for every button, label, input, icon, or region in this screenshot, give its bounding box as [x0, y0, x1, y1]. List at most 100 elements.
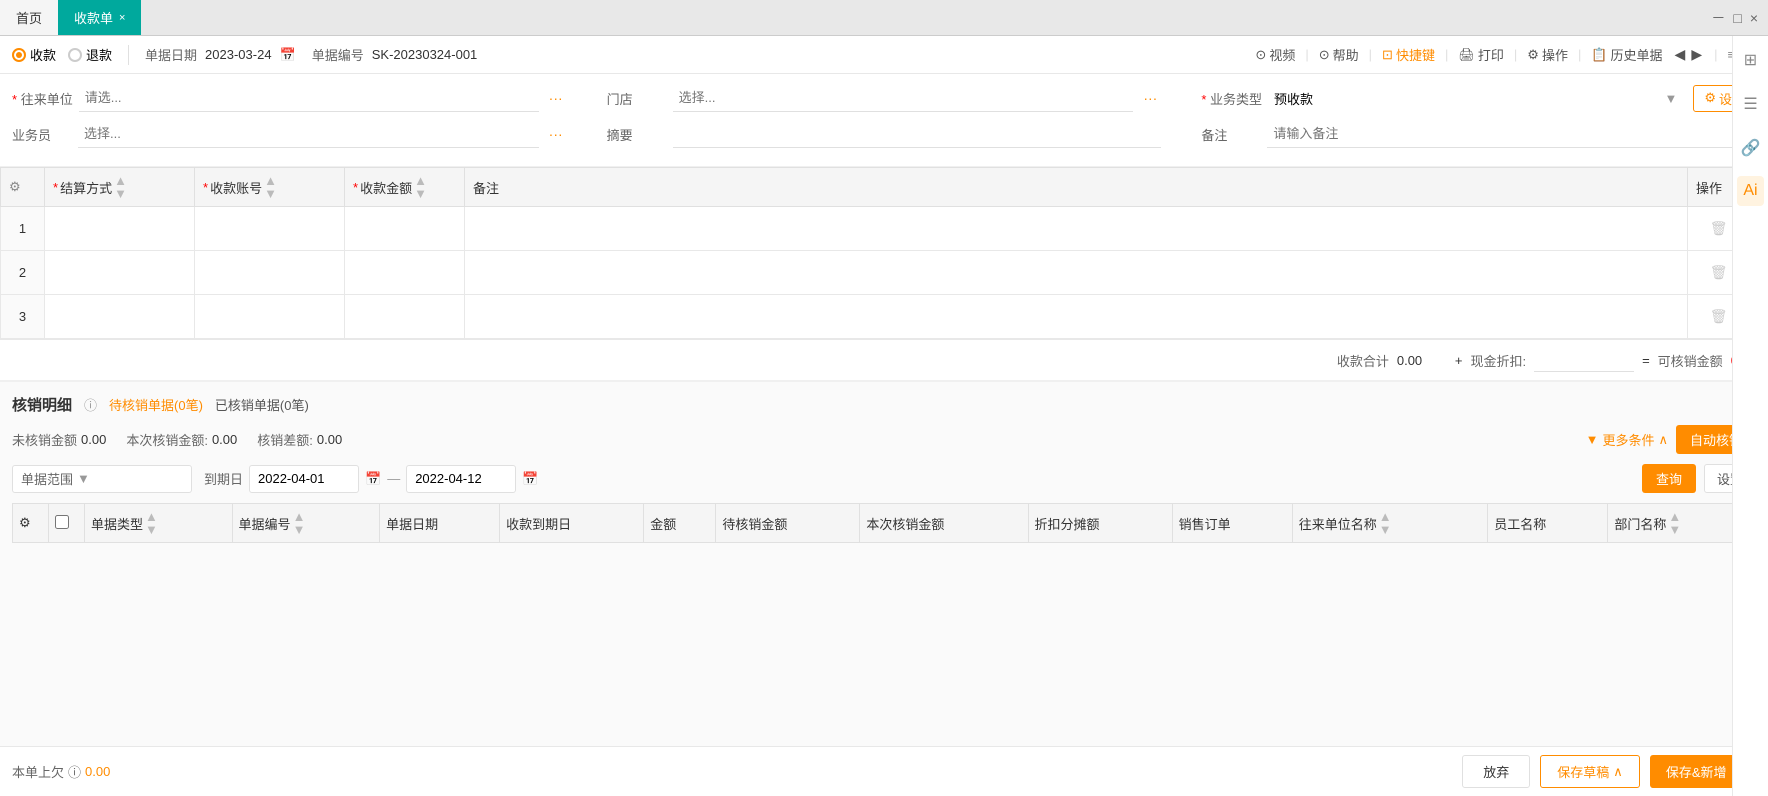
help-btn[interactable]: ⊙ 帮助	[1319, 45, 1359, 64]
row-settlement-2[interactable]	[45, 251, 195, 295]
number-label: 单据编号	[312, 45, 364, 64]
store-field: 门店 ···	[607, 84, 1162, 112]
radio-refund-circle	[68, 48, 82, 62]
scope-select[interactable]: 单据范围 ▼	[12, 465, 192, 493]
radio-group: 收款 退款	[12, 45, 112, 64]
date-to-input[interactable]	[406, 465, 516, 493]
row-amount-1[interactable]	[345, 207, 465, 251]
stats-row: 未核销金额 0.00 本次核销金额: 0.00 核销差额: 0.00 ▼ 更多条…	[12, 425, 1756, 454]
nav-next-icon[interactable]: ▶	[1689, 44, 1704, 65]
gear-icon: ⚙	[1704, 90, 1716, 106]
row-remark-1[interactable]	[465, 207, 1688, 251]
bottom-gear-icon[interactable]: ⚙	[19, 515, 31, 530]
window-close-icon[interactable]: ×	[1750, 10, 1758, 26]
col-pending-amount: 待核销金额	[716, 504, 860, 543]
nav-prev-icon[interactable]: ◀	[1673, 44, 1688, 65]
delete-icon-2[interactable]: 🗑	[1710, 264, 1728, 281]
row-settlement-1[interactable]	[45, 207, 195, 251]
tab-close-icon[interactable]: ×	[119, 12, 125, 24]
info-icon[interactable]: ⓘ	[84, 395, 97, 414]
filter-right: ▼ 更多条件 ∧ 自动核销	[1586, 425, 1756, 454]
staff-more-btn[interactable]: ···	[545, 126, 567, 142]
maximize-icon[interactable]: □	[1733, 10, 1741, 26]
staff-field: 业务员 ···	[12, 120, 567, 148]
sidebar-table-icon[interactable]: ⊞	[1738, 44, 1763, 76]
radio-receipt[interactable]: 收款	[12, 45, 56, 64]
row-amount-2[interactable]	[345, 251, 465, 295]
radio-refund[interactable]: 退款	[68, 45, 112, 64]
row-account-2[interactable]	[195, 251, 345, 295]
save-draft-btn[interactable]: 保存草稿 ∧	[1540, 755, 1640, 788]
store-label: 门店	[607, 89, 667, 108]
counterpart-input[interactable]	[79, 84, 539, 112]
sidebar-ai-icon[interactable]: Ai	[1737, 176, 1763, 206]
abandon-btn[interactable]: 放弃	[1462, 755, 1530, 788]
more-conditions-btn[interactable]: ▼ 更多条件 ∧	[1586, 430, 1668, 449]
store-more-btn[interactable]: ···	[1139, 90, 1161, 106]
col-doc-number: 单据编号 ▲▼	[232, 504, 380, 543]
table-gear-icon[interactable]: ⚙	[9, 179, 21, 194]
scope-arrow-icon: ▼	[77, 471, 90, 486]
right-sidebar: ⊞ ☰ 🔗 Ai	[1732, 36, 1768, 796]
date-value: 2023-03-24	[205, 47, 272, 62]
delete-icon-1[interactable]: 🗑	[1710, 220, 1728, 237]
history-btn[interactable]: 📋 历史单据	[1591, 45, 1662, 64]
sidebar-link-icon[interactable]: 🔗	[1735, 132, 1767, 164]
cal-to-icon[interactable]: 📅	[522, 471, 538, 487]
history-icon: 📋	[1591, 47, 1607, 63]
filter-row: 单据范围 ▼ 到期日 📅 — 📅 查询 设置	[12, 464, 1756, 493]
staff-input[interactable]	[78, 120, 539, 148]
date-from-input[interactable]	[249, 465, 359, 493]
business-type-label: * 业务类型	[1201, 89, 1262, 108]
row-num-1: 1	[1, 207, 45, 251]
sidebar-list-icon[interactable]: ☰	[1737, 88, 1763, 120]
verify-label: 可核销金额	[1658, 351, 1723, 370]
operate-btn[interactable]: ⚙ 操作	[1527, 45, 1568, 64]
pending-tab[interactable]: 待核销单据(0笔)	[109, 395, 203, 414]
query-btn[interactable]: 查询	[1642, 464, 1696, 493]
history-label: 历史单据	[1611, 45, 1663, 64]
col-staff: 员工名称	[1488, 504, 1608, 543]
print-btn[interactable]: 🖨 打印	[1458, 45, 1504, 64]
operate-label: 操作	[1542, 45, 1568, 64]
video-label: 视频	[1269, 45, 1295, 64]
row-account-3[interactable]	[195, 295, 345, 339]
video-btn[interactable]: ⊙ 视频	[1255, 45, 1295, 64]
select-all-checkbox[interactable]	[55, 515, 69, 529]
remark-input[interactable]	[1267, 120, 1756, 148]
col-counterpart: 往来单位名称 ▲▼	[1292, 504, 1488, 543]
discount-input[interactable]	[1534, 348, 1634, 372]
date-dash: —	[387, 471, 400, 486]
store-input[interactable]	[673, 84, 1134, 112]
main-toolbar: 收款 退款 单据日期 2023-03-24 📅 单据编号 SK-20230324…	[0, 36, 1768, 74]
calendar-icon[interactable]: 📅	[280, 47, 296, 63]
row-amount-3[interactable]	[345, 295, 465, 339]
col-config-bottom[interactable]: ⚙	[13, 504, 49, 543]
verification-header: 核销明细 ⓘ 待核销单据(0笔) 已核销单据(0笔)	[12, 394, 1756, 415]
discount-label: 现金折扣:	[1470, 351, 1526, 370]
col-config[interactable]: ⚙	[1, 168, 45, 207]
tab-home[interactable]: 首页	[0, 0, 58, 35]
minimize-icon[interactable]: －	[1711, 8, 1725, 28]
summary-input[interactable]	[673, 120, 1162, 148]
business-type-chevron[interactable]: ▼	[1664, 91, 1677, 106]
tab-home-label: 首页	[16, 8, 42, 27]
counterpart-field: * 往来单位 ···	[12, 84, 567, 112]
chevron-up-icon: ∧	[1658, 432, 1668, 448]
cal-from-icon[interactable]: 📅	[365, 471, 381, 487]
footer-info: 本单上欠 ⓘ 0.00	[12, 762, 110, 781]
tab-bar: 首页 收款单 × － □ ×	[0, 0, 1768, 36]
tab-active[interactable]: 收款单 ×	[58, 0, 141, 35]
row-settlement-3[interactable]	[45, 295, 195, 339]
footer-info-icon: ⓘ	[68, 762, 81, 781]
help-label: 帮助	[1333, 45, 1359, 64]
col-sales-order: 销售订单	[1172, 504, 1292, 543]
row-account-1[interactable]	[195, 207, 345, 251]
delete-icon-3[interactable]: 🗑	[1710, 308, 1728, 325]
counterpart-more-btn[interactable]: ···	[545, 90, 567, 106]
shortcut-btn[interactable]: ⊡ 快捷键	[1382, 45, 1435, 64]
radio-receipt-circle	[12, 48, 26, 62]
done-tab[interactable]: 已核销单据(0笔)	[215, 395, 309, 414]
row-remark-2[interactable]	[465, 251, 1688, 295]
row-remark-3[interactable]	[465, 295, 1688, 339]
